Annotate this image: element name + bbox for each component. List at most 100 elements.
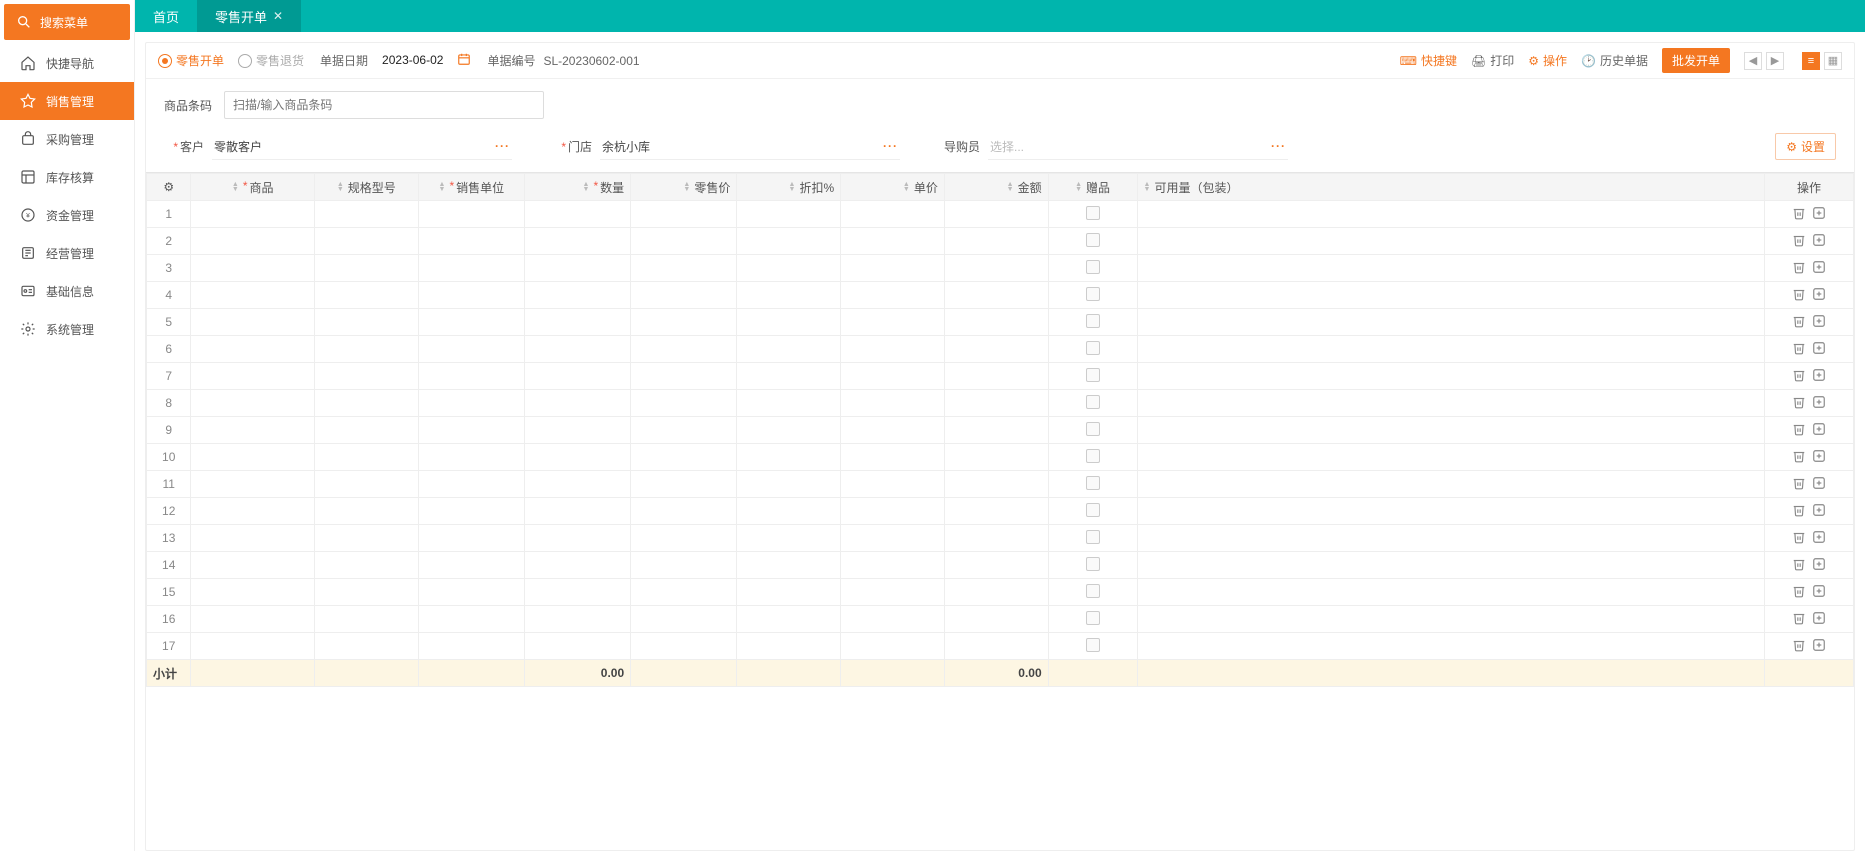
- cell-retail-price[interactable]: [631, 390, 737, 417]
- cell-qty[interactable]: [524, 228, 630, 255]
- delete-row-icon[interactable]: [1792, 233, 1806, 247]
- cell-unit[interactable]: [418, 498, 524, 525]
- table-row[interactable]: 8: [147, 390, 1854, 417]
- cell-product[interactable]: [191, 498, 315, 525]
- delete-row-icon[interactable]: [1792, 206, 1806, 220]
- sidebar-item-biz[interactable]: 经营管理: [0, 234, 134, 272]
- cell-unit[interactable]: [418, 309, 524, 336]
- cell-gift[interactable]: [1048, 309, 1137, 336]
- cell-gift[interactable]: [1048, 282, 1137, 309]
- delete-row-icon[interactable]: [1792, 422, 1806, 436]
- add-row-icon[interactable]: [1812, 260, 1826, 274]
- cell-product[interactable]: [191, 255, 315, 282]
- cell-retail-price[interactable]: [631, 363, 737, 390]
- cell-spec[interactable]: [314, 228, 418, 255]
- cell-spec[interactable]: [314, 633, 418, 660]
- cell-spec[interactable]: [314, 201, 418, 228]
- search-menu-button[interactable]: 搜索菜单: [4, 4, 130, 40]
- cell-retail-price[interactable]: [631, 525, 737, 552]
- cell-amount[interactable]: [944, 282, 1048, 309]
- cell-discount[interactable]: [737, 255, 841, 282]
- cell-discount[interactable]: [737, 552, 841, 579]
- cell-product[interactable]: [191, 363, 315, 390]
- table-row[interactable]: 11: [147, 471, 1854, 498]
- cell-unit-price[interactable]: [841, 552, 945, 579]
- cell-discount[interactable]: [737, 336, 841, 363]
- ellipsis-icon[interactable]: ···: [1271, 139, 1286, 153]
- table-row[interactable]: 7: [147, 363, 1854, 390]
- cell-spec[interactable]: [314, 309, 418, 336]
- cell-amount[interactable]: [944, 228, 1048, 255]
- cell-unit-price[interactable]: [841, 444, 945, 471]
- cell-spec[interactable]: [314, 255, 418, 282]
- cell-unit[interactable]: [418, 390, 524, 417]
- th-unit-price[interactable]: ▲▼单价: [841, 174, 945, 201]
- print-link[interactable]: 🖨 打印: [1471, 52, 1514, 69]
- cell-qty[interactable]: [524, 525, 630, 552]
- cell-qty[interactable]: [524, 552, 630, 579]
- cell-amount[interactable]: [944, 390, 1048, 417]
- cell-gift[interactable]: [1048, 444, 1137, 471]
- th-gift[interactable]: ▲▼赠品: [1048, 174, 1137, 201]
- cell-unit[interactable]: [418, 201, 524, 228]
- cell-gift[interactable]: [1048, 417, 1137, 444]
- table-row[interactable]: 9: [147, 417, 1854, 444]
- cell-retail-price[interactable]: [631, 309, 737, 336]
- sidebar-item-stock[interactable]: 库存核算: [0, 158, 134, 196]
- cell-discount[interactable]: [737, 633, 841, 660]
- cell-qty[interactable]: [524, 498, 630, 525]
- delete-row-icon[interactable]: [1792, 395, 1806, 409]
- cell-unit-price[interactable]: [841, 363, 945, 390]
- table-row[interactable]: 12: [147, 498, 1854, 525]
- cell-unit-price[interactable]: [841, 228, 945, 255]
- cell-gift[interactable]: [1048, 606, 1137, 633]
- tab-首页[interactable]: 首页: [135, 0, 197, 32]
- cell-product[interactable]: [191, 525, 315, 552]
- add-row-icon[interactable]: [1812, 287, 1826, 301]
- cell-spec[interactable]: [314, 525, 418, 552]
- delete-row-icon[interactable]: [1792, 530, 1806, 544]
- table-row[interactable]: 16: [147, 606, 1854, 633]
- cell-discount[interactable]: [737, 201, 841, 228]
- checkbox-icon[interactable]: [1086, 503, 1100, 517]
- cell-unit[interactable]: [418, 336, 524, 363]
- layout-rows-button[interactable]: ≡: [1802, 52, 1820, 70]
- checkbox-icon[interactable]: [1086, 476, 1100, 490]
- checkbox-icon[interactable]: [1086, 557, 1100, 571]
- delete-row-icon[interactable]: [1792, 341, 1806, 355]
- cell-amount[interactable]: [944, 606, 1048, 633]
- cell-spec[interactable]: [314, 363, 418, 390]
- cell-unit-price[interactable]: [841, 309, 945, 336]
- cell-amount[interactable]: [944, 579, 1048, 606]
- add-row-icon[interactable]: [1812, 476, 1826, 490]
- cell-amount[interactable]: [944, 498, 1048, 525]
- sidebar-item-home[interactable]: 快捷导航: [0, 44, 134, 82]
- cell-spec[interactable]: [314, 552, 418, 579]
- cell-unit[interactable]: [418, 444, 524, 471]
- add-row-icon[interactable]: [1812, 314, 1826, 328]
- cell-qty[interactable]: [524, 201, 630, 228]
- th-retail-price[interactable]: ▲▼零售价: [631, 174, 737, 201]
- add-row-icon[interactable]: [1812, 395, 1826, 409]
- cell-unit[interactable]: [418, 579, 524, 606]
- th-product[interactable]: ▲▼*商品: [191, 174, 315, 201]
- cell-product[interactable]: [191, 633, 315, 660]
- cell-product[interactable]: [191, 390, 315, 417]
- th-amount[interactable]: ▲▼金额: [944, 174, 1048, 201]
- cell-gift[interactable]: [1048, 336, 1137, 363]
- sidebar-item-purchase[interactable]: 采购管理: [0, 120, 134, 158]
- cell-unit[interactable]: [418, 633, 524, 660]
- checkbox-icon[interactable]: [1086, 449, 1100, 463]
- cell-qty[interactable]: [524, 444, 630, 471]
- add-row-icon[interactable]: [1812, 611, 1826, 625]
- cell-qty[interactable]: [524, 282, 630, 309]
- table-row[interactable]: 5: [147, 309, 1854, 336]
- cell-gift[interactable]: [1048, 633, 1137, 660]
- table-row[interactable]: 14: [147, 552, 1854, 579]
- cell-retail-price[interactable]: [631, 552, 737, 579]
- cell-unit-price[interactable]: [841, 606, 945, 633]
- cell-qty[interactable]: [524, 255, 630, 282]
- add-row-icon[interactable]: [1812, 530, 1826, 544]
- cell-unit[interactable]: [418, 417, 524, 444]
- cell-product[interactable]: [191, 336, 315, 363]
